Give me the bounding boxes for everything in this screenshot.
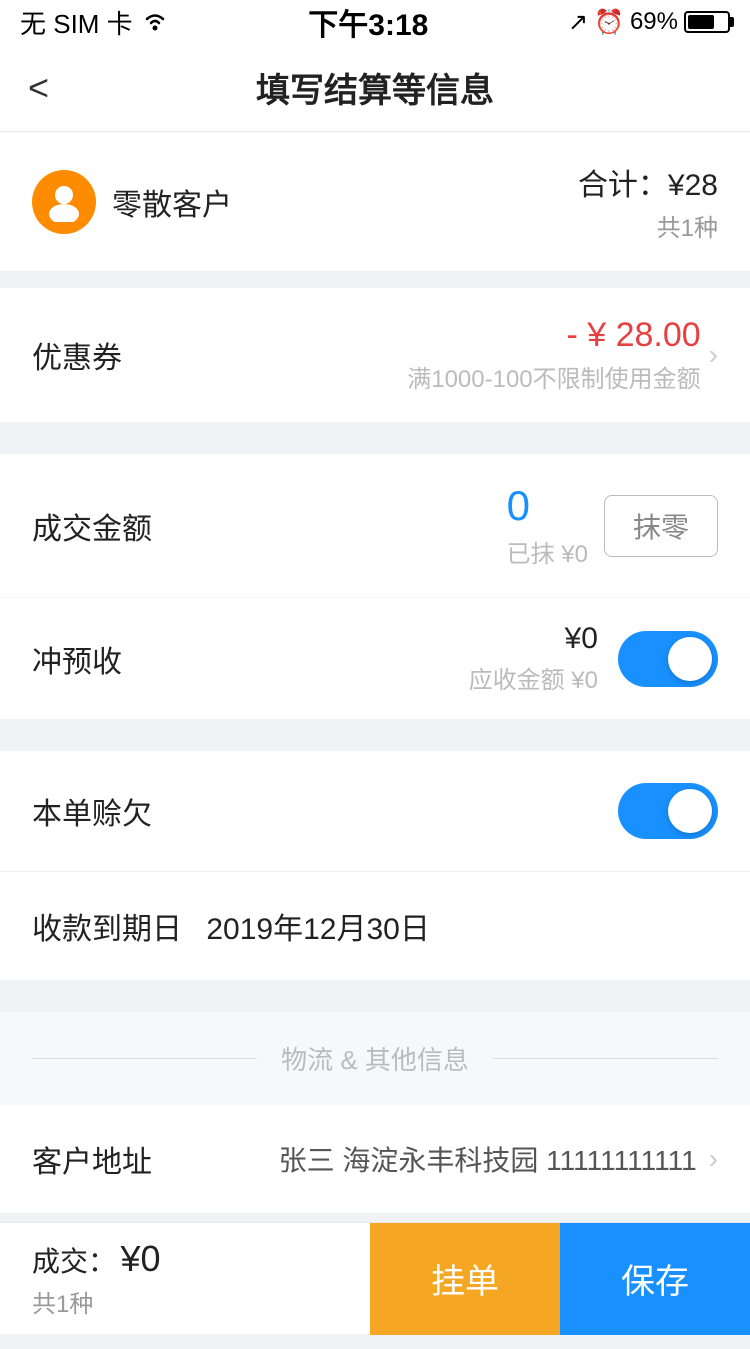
due-date-row: 收款到期日 2019年12月30日 bbox=[0, 871, 750, 980]
location-icon: ↗ bbox=[568, 8, 588, 37]
coupon-info: - ¥ 28.00 满1000-100不限制使用金额 bbox=[407, 316, 700, 394]
credit-toggle-knob bbox=[668, 789, 712, 833]
deal-amount-right: 0 已抹 ¥0 抹零 bbox=[507, 482, 718, 569]
status-time: 下午3:18 bbox=[308, 0, 428, 44]
content: 零散客户 合计：¥28 共1种 优惠券 - ¥ 28.00 满1000-100不… bbox=[0, 132, 750, 1349]
save-button[interactable]: 保存 bbox=[560, 1223, 750, 1335]
avatar-icon bbox=[44, 182, 84, 222]
credit-label: 本单赊欠 bbox=[32, 789, 152, 833]
back-button[interactable]: < bbox=[28, 67, 49, 109]
total-count: 共1种 bbox=[578, 208, 718, 243]
advance-payment-row: 冲预收 ¥0 应收金额 ¥0 bbox=[0, 598, 750, 719]
bottom-deal-label: 成交： bbox=[32, 1246, 116, 1277]
customer-total-info: 合计：¥28 共1种 bbox=[578, 160, 718, 243]
bottom-amount: ¥0 bbox=[120, 1238, 160, 1279]
bottom-deal-line: 成交： ¥0 bbox=[32, 1238, 338, 1280]
address-value: 张三 海淀永丰科技园 11111111111 bbox=[176, 1139, 697, 1179]
wifi-icon bbox=[141, 7, 169, 38]
coupon-label: 优惠券 bbox=[32, 333, 122, 377]
advance-payment-right: ¥0 应收金额 ¥0 bbox=[469, 622, 718, 695]
coupon-discount: - ¥ 28.00 bbox=[407, 316, 700, 355]
logistics-label: 物流 & 其他信息 bbox=[257, 1040, 493, 1077]
address-label: 客户地址 bbox=[32, 1137, 152, 1181]
customer-name: 零散客户 bbox=[112, 180, 232, 224]
section-divider-2 bbox=[0, 735, 750, 751]
customer-avatar bbox=[32, 170, 96, 234]
logistics-line-left bbox=[32, 1058, 257, 1059]
due-date-label: 收款到期日 bbox=[32, 913, 182, 946]
advance-amounts: ¥0 应收金额 ¥0 bbox=[469, 622, 598, 695]
customer-left: 零散客户 bbox=[32, 170, 232, 234]
customer-row: 零散客户 合计：¥28 共1种 bbox=[0, 132, 750, 272]
deal-amount-row: 成交金额 0 已抹 ¥0 抹零 bbox=[0, 454, 750, 598]
logistics-header: 物流 & 其他信息 bbox=[0, 1012, 750, 1105]
due-date-value: 2019年12月30日 bbox=[206, 913, 429, 946]
credit-row: 本单赊欠 bbox=[0, 751, 750, 871]
battery-icon bbox=[684, 11, 730, 33]
logistics-line-right bbox=[493, 1058, 718, 1059]
deal-amount-value-block: 0 已抹 ¥0 bbox=[507, 482, 588, 569]
advance-payment-label: 冲预收 bbox=[32, 637, 122, 681]
customer-section: 零散客户 合计：¥28 共1种 bbox=[0, 132, 750, 272]
status-left: 无 SIM 卡 bbox=[20, 4, 169, 41]
coupon-right: - ¥ 28.00 满1000-100不限制使用金额 › bbox=[407, 316, 718, 394]
section-divider-3 bbox=[0, 996, 750, 1012]
address-section[interactable]: 客户地址 张三 海淀永丰科技园 11111111111 › bbox=[0, 1105, 750, 1213]
deal-amount-sub: 已抹 ¥0 bbox=[507, 534, 588, 569]
address-row[interactable]: 客户地址 张三 海淀永丰科技园 11111111111 › bbox=[0, 1105, 750, 1213]
no-sim-text: 无 SIM 卡 bbox=[20, 4, 133, 41]
chevron-right-icon: › bbox=[709, 339, 718, 371]
round-zero-button[interactable]: 抹零 bbox=[604, 495, 718, 557]
coupon-desc: 满1000-100不限制使用金额 bbox=[407, 359, 700, 394]
bottom-info: 成交： ¥0 共1种 bbox=[0, 1238, 370, 1319]
coupon-row[interactable]: 优惠券 - ¥ 28.00 满1000-100不限制使用金额 › bbox=[0, 288, 750, 422]
advance-payment-toggle[interactable] bbox=[618, 631, 718, 687]
hold-button[interactable]: 挂单 bbox=[370, 1223, 560, 1335]
credit-section: 本单赊欠 收款到期日 2019年12月30日 bbox=[0, 751, 750, 980]
status-right: ↗ ⏰ 69% bbox=[568, 8, 730, 37]
advance-sub: 应收金额 ¥0 bbox=[469, 660, 598, 695]
deal-amount-label: 成交金额 bbox=[32, 504, 152, 548]
page-title: 填写结算等信息 bbox=[256, 63, 494, 112]
deal-amount-value: 0 bbox=[507, 482, 588, 530]
total-amount: 合计：¥28 bbox=[578, 160, 718, 204]
advance-value: ¥0 bbox=[469, 622, 598, 656]
alarm-icon: ⏰ bbox=[594, 8, 624, 37]
coupon-section[interactable]: 优惠券 - ¥ 28.00 满1000-100不限制使用金额 › bbox=[0, 288, 750, 422]
bottom-count: 共1种 bbox=[32, 1284, 338, 1319]
toggle-knob bbox=[668, 637, 712, 681]
status-bar: 无 SIM 卡 下午3:18 ↗ ⏰ 69% bbox=[0, 0, 750, 44]
nav-bar: < 填写结算等信息 bbox=[0, 44, 750, 132]
battery-percent: 69% bbox=[630, 8, 678, 36]
credit-toggle[interactable] bbox=[618, 783, 718, 839]
address-chevron-icon: › bbox=[709, 1143, 718, 1175]
section-divider-1 bbox=[0, 438, 750, 454]
deal-amount-section: 成交金额 0 已抹 ¥0 抹零 冲预收 ¥0 应收金额 ¥0 bbox=[0, 454, 750, 719]
bottom-bar: 成交： ¥0 共1种 挂单 保存 bbox=[0, 1222, 750, 1334]
